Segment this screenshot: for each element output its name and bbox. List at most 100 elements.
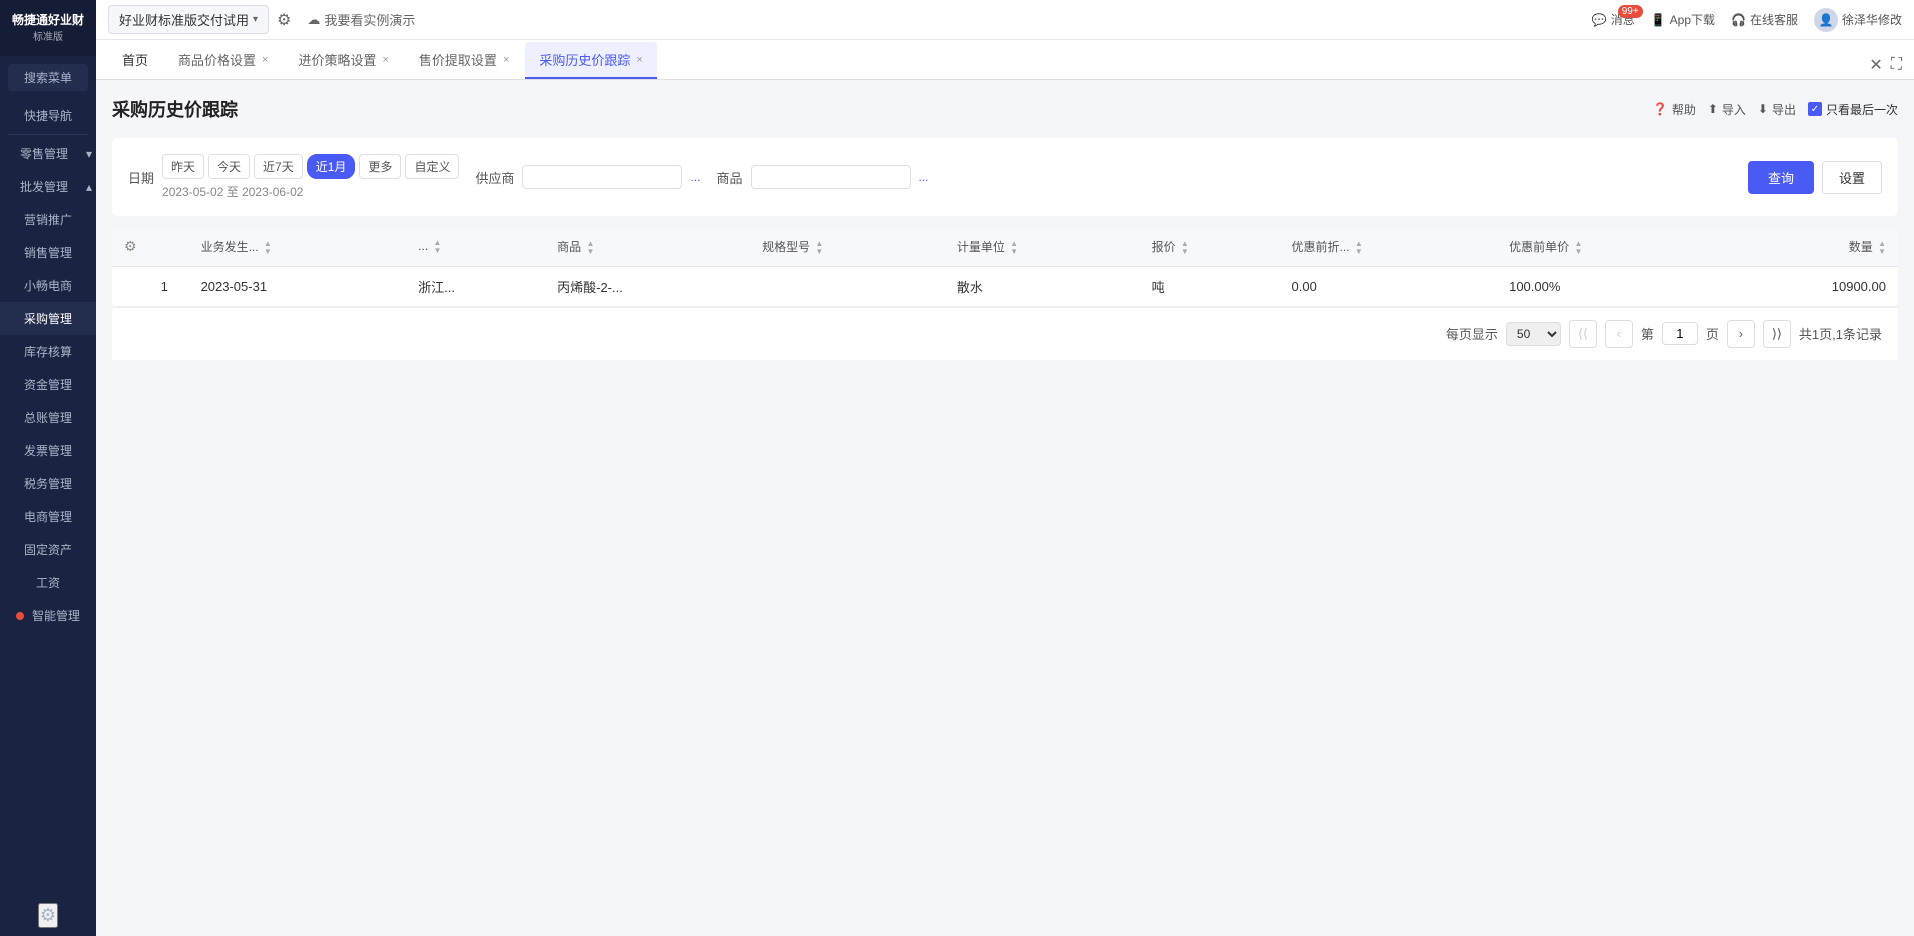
sidebar-item-quick-nav[interactable]: 快捷导航 — [0, 99, 96, 132]
search-menu-button[interactable]: 搜索菜单 — [8, 64, 88, 91]
supplier-input[interactable] — [522, 165, 682, 189]
tab-close-icon[interactable]: × — [262, 54, 268, 66]
prev-page-button[interactable]: ‹ — [1605, 320, 1633, 348]
sidebar-bottom: ⚙ — [0, 895, 96, 936]
query-button[interactable]: 查询 — [1748, 161, 1814, 194]
cell-spec — [750, 266, 945, 306]
user-menu-button[interactable]: 👤 徐泽华修改 — [1814, 8, 1902, 32]
sidebar-item-inventory[interactable]: 库存核算 — [0, 335, 96, 368]
sidebar-item-purchase[interactable]: 采购管理 — [0, 302, 96, 335]
tab-close-all-button[interactable]: ✕ — [1869, 55, 1882, 75]
topbar-settings-button[interactable]: ⚙ — [277, 10, 291, 30]
per-page-select[interactable]: 20 50 100 — [1506, 322, 1561, 346]
sidebar-item-finance[interactable]: 资金管理 — [0, 368, 96, 401]
col-goods[interactable]: 商品 ▲▼ — [545, 228, 750, 266]
export-button[interactable]: ⬇ 导出 — [1758, 101, 1796, 118]
app-edition: 标准版 — [33, 28, 63, 43]
sort-icon: ▲▼ — [264, 240, 272, 256]
page-input[interactable] — [1662, 322, 1698, 345]
help-icon: ❓ — [1653, 102, 1668, 116]
sidebar-item-label: 固定资产 — [24, 541, 72, 558]
table-row: 1 2023-05-31 浙江... 丙烯酸-2-... 散水 吨 0.00 1… — [112, 266, 1898, 306]
sidebar-item-tax[interactable]: 税务管理 — [0, 467, 96, 500]
date-custom-button[interactable]: 自定义 — [405, 154, 459, 179]
dropdown-arrow-icon: ▾ — [253, 14, 258, 25]
sidebar-item-salary[interactable]: 工资 — [0, 566, 96, 599]
tab-strategy[interactable]: 进价策略设置 × — [284, 42, 402, 79]
row-number: 1 — [149, 266, 189, 306]
sidebar-item-invoice[interactable]: 发票管理 — [0, 434, 96, 467]
last-page-button[interactable]: ⟩⟩ — [1763, 320, 1791, 348]
goods-filter-label: 商品 — [716, 168, 742, 187]
edition-selector[interactable]: 好业财标准版交付试用 ▾ — [108, 5, 269, 34]
sidebar-item-label: 快捷导航 — [24, 107, 72, 124]
row-settings — [112, 266, 149, 306]
topbar: 好业财标准版交付试用 ▾ ⚙ ☁ 我要看实例演示 💬 消息 99+ 📱 App下… — [96, 0, 1914, 40]
tab-close-icon[interactable]: × — [382, 54, 388, 66]
sidebar-item-ecommerce[interactable]: 电商管理 — [0, 500, 96, 533]
import-button[interactable]: ⬆ 导入 — [1708, 101, 1746, 118]
col-quantity[interactable]: 数量 ▲▼ — [1719, 228, 1898, 266]
tab-label: 售价提取设置 — [419, 50, 497, 69]
sidebar-item-smart[interactable]: 智能管理 — [0, 599, 96, 632]
settings-button[interactable]: 设置 — [1822, 161, 1882, 194]
sidebar-item-sales[interactable]: 销售管理 — [0, 236, 96, 269]
tab-home[interactable]: 首页 — [108, 42, 162, 79]
sidebar-item-fixed-assets[interactable]: 固定资产 — [0, 533, 96, 566]
help-button[interactable]: ❓ 帮助 — [1653, 101, 1696, 118]
next-page-button[interactable]: › — [1727, 320, 1755, 348]
sidebar-item-marketing[interactable]: 营销推广 — [0, 203, 96, 236]
column-settings-button[interactable]: ⚙ — [124, 238, 137, 255]
sort-icon: ▲▼ — [434, 239, 442, 255]
col-extra[interactable]: ... ▲▼ — [406, 228, 545, 266]
supplier-more-button[interactable]: ... — [690, 170, 700, 184]
help-label: 帮助 — [1672, 101, 1696, 118]
supplier-filter-label: 供应商 — [475, 168, 514, 187]
col-unit[interactable]: 计量单位 ▲▼ — [945, 228, 1140, 266]
date-1month-button[interactable]: 近1月 — [307, 154, 356, 179]
date-more-button[interactable]: 更多 — [359, 154, 401, 179]
export-label: 导出 — [1772, 101, 1796, 118]
cell-goods: 丙烯酸-2-... — [545, 266, 750, 306]
tab-fullscreen-button[interactable]: ⛶ — [1891, 56, 1902, 74]
avatar: 👤 — [1814, 8, 1838, 32]
sidebar-search[interactable]: 搜索菜单 — [0, 56, 96, 99]
col-price[interactable]: 报价 ▲▼ — [1140, 228, 1280, 266]
tab-price[interactable]: 商品价格设置 × — [164, 42, 282, 79]
col-discount[interactable]: 优惠前折... ▲▼ — [1280, 228, 1498, 266]
sidebar-item-general-ledger[interactable]: 总账管理 — [0, 401, 96, 434]
sort-icon: ▲▼ — [1355, 240, 1363, 256]
date-options-group: 昨天 今天 近7天 近1月 更多 自定义 — [162, 154, 459, 179]
goods-more-button[interactable]: ... — [919, 170, 929, 184]
date-today-button[interactable]: 今天 — [208, 154, 250, 179]
online-service-button[interactable]: 🎧 在线客服 — [1731, 11, 1798, 28]
sidebar-settings-button[interactable]: ⚙ — [38, 903, 58, 928]
col-date[interactable]: 业务发生... ▲▼ — [189, 228, 407, 266]
tab-close-icon[interactable]: × — [636, 54, 642, 66]
goods-input[interactable] — [751, 165, 911, 189]
tab-sale-price[interactable]: 售价提取设置 × — [405, 42, 523, 79]
page-title: 采购历史价跟踪 — [112, 96, 238, 122]
sidebar-item-label: 采购管理 — [24, 310, 72, 327]
demo-button[interactable]: ☁ 我要看实例演示 — [307, 10, 415, 29]
date-7days-button[interactable]: 近7天 — [254, 154, 303, 179]
cell-quoted-price: 0.00 — [1280, 266, 1498, 306]
cloud-icon: ☁ — [307, 12, 320, 28]
tab-history-price[interactable]: 采购历史价跟踪 × — [525, 42, 656, 79]
col-spec[interactable]: 规格型号 ▲▼ — [750, 228, 945, 266]
sidebar-item-ecommerce-small[interactable]: 小畅电商 — [0, 269, 96, 302]
tabbar: 首页 商品价格设置 × 进价策略设置 × 售价提取设置 × 采购历史价跟踪 × … — [96, 40, 1914, 80]
sidebar-item-retail[interactable]: 零售管理 ▾ — [0, 137, 96, 170]
checkbox-checked-icon: ✓ — [1808, 102, 1822, 116]
data-table-card: ⚙ 业务发生... ▲▼ ... ▲▼ 商品 ▲▼ — [112, 228, 1898, 307]
edition-label: 好业财标准版交付试用 — [119, 10, 249, 29]
app-download-button[interactable]: 📱 App下载 — [1651, 11, 1715, 28]
tab-close-icon[interactable]: × — [503, 54, 509, 66]
first-page-button[interactable]: ⟨⟨ — [1569, 320, 1597, 348]
messages-button[interactable]: 💬 消息 99+ — [1592, 11, 1635, 28]
col-pre-discount-price[interactable]: 优惠前单价 ▲▼ — [1497, 228, 1719, 266]
only-latest-checkbox[interactable]: ✓ 只看最后一次 — [1808, 101, 1898, 118]
sidebar-item-wholesale[interactable]: 批发管理 ▴ — [0, 170, 96, 203]
tab-label: 采购历史价跟踪 — [539, 50, 630, 69]
date-yesterday-button[interactable]: 昨天 — [162, 154, 204, 179]
